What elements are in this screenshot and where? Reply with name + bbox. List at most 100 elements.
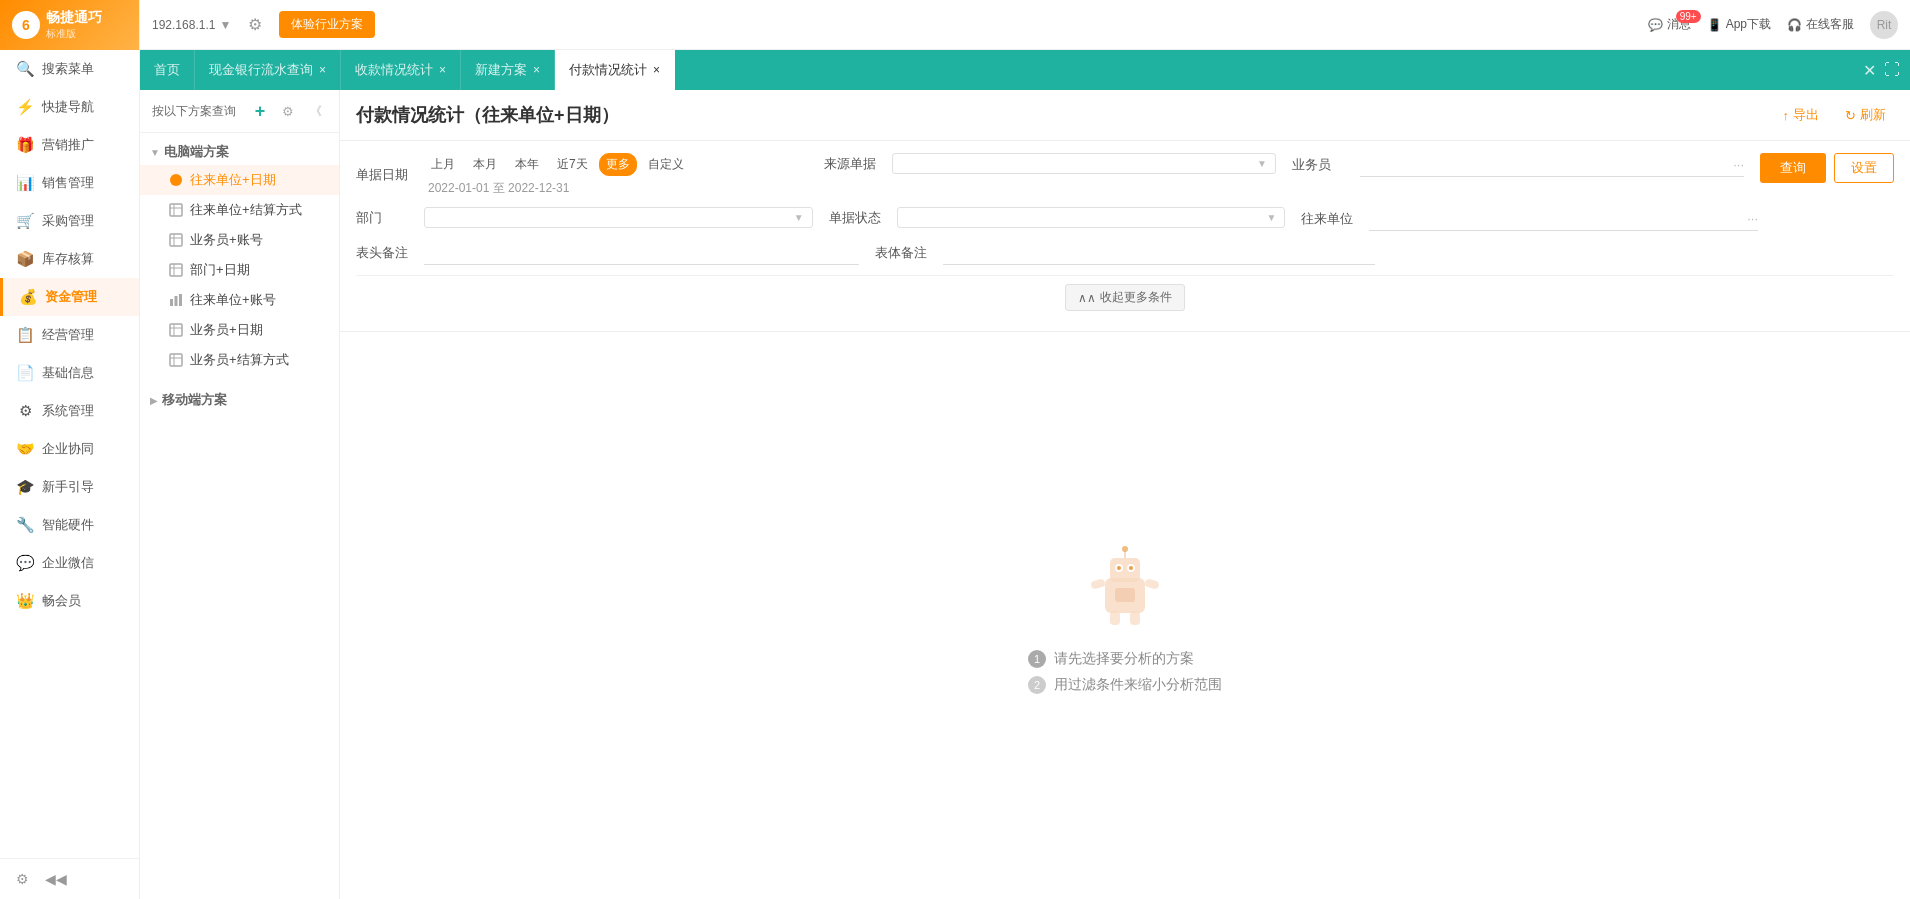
export-btn[interactable]: ↑ 导出 <box>1775 102 1828 128</box>
tab-cashflow[interactable]: 现金银行流水查询 × <box>195 50 341 90</box>
body-note-input[interactable] <box>943 241 1375 265</box>
scheme-item-staff-date[interactable]: 业务员+日期 <box>140 315 339 345</box>
chat-icon: 💬 <box>16 554 34 572</box>
tab-payment-stats[interactable]: 付款情况统计 × <box>555 50 675 90</box>
sidebar-item-member[interactable]: 👑 畅会员 <box>0 582 139 620</box>
sidebar-item-basic[interactable]: 📄 基础信息 <box>0 354 139 392</box>
trial-btn[interactable]: 体验行业方案 <box>279 11 375 38</box>
tab-receipts-close[interactable]: × <box>439 63 446 77</box>
svg-point-23 <box>1117 566 1121 570</box>
sidebar-item-inventory[interactable]: 📦 库存核算 <box>0 240 139 278</box>
sidebar-settings-btn[interactable]: ⚙ <box>10 867 34 891</box>
tab-home[interactable]: 首页 <box>140 50 195 90</box>
filter-row-3: 表头备注 表体备注 <box>356 241 1894 265</box>
doc-icon: 📄 <box>16 364 34 382</box>
tab-receipts[interactable]: 收款情况统计 × <box>341 50 461 90</box>
date-btn-this-month[interactable]: 本月 <box>466 153 504 176</box>
sidebar-item-marketing[interactable]: 🎁 营销推广 <box>0 126 139 164</box>
date-btn-7days[interactable]: 近7天 <box>550 153 595 176</box>
staff-input-dots[interactable]: ··· <box>1733 157 1744 172</box>
topbar-gear-btn[interactable]: ⚙ <box>241 11 269 39</box>
tab-maximize-btn[interactable]: ⛶ <box>1884 61 1900 80</box>
app-download-action[interactable]: 📱 App下载 <box>1707 16 1771 33</box>
empty-tips: 1 请先选择要分析的方案 2 用过滤条件来缩小分析范围 <box>1028 650 1222 694</box>
scheme-group-mobile-header[interactable]: ▶ 移动端方案 <box>140 387 339 413</box>
sidebar-collapse-btn[interactable]: ◀◀ <box>44 867 68 891</box>
sidebar-edition: 标准版 <box>46 27 102 41</box>
tab-new-scheme-close[interactable]: × <box>533 63 540 77</box>
settings-btn[interactable]: 设置 <box>1834 153 1894 183</box>
dept-select[interactable]: ▼ <box>424 207 813 228</box>
empty-tip-1: 1 请先选择要分析的方案 <box>1028 650 1222 668</box>
chevron-up-icon: ∧∧ <box>1078 291 1096 305</box>
scheme-item-dept-date[interactable]: 部门+日期 <box>140 255 339 285</box>
filter-staff: 业务员 ··· <box>1292 153 1744 177</box>
sidebar: 6 畅捷通巧 标准版 🔍 搜索菜单 ⚡ 快捷导航 🎁 营销推广 📊 销售管理 🛒… <box>0 0 140 899</box>
cart-icon: 🛒 <box>16 212 34 230</box>
tip-num-2: 2 <box>1028 676 1046 694</box>
message-action[interactable]: 💬 消息 99+ <box>1648 16 1691 33</box>
chart-icon: 📊 <box>16 174 34 192</box>
scheme-table2-icon <box>168 232 184 248</box>
partner-input-dots[interactable]: ··· <box>1747 211 1758 226</box>
svg-rect-1 <box>170 204 182 216</box>
sidebar-item-guide[interactable]: 🎓 新手引导 <box>0 468 139 506</box>
panel-collapse-btn[interactable]: 《 <box>305 100 327 122</box>
left-panel-header: 按以下方案查询 + ⚙ 《 <box>140 90 339 133</box>
partner-input[interactable] <box>1369 207 1747 230</box>
scheme-item-unit-date[interactable]: 往来单位+日期 <box>140 165 339 195</box>
crown-icon: 👑 <box>16 592 34 610</box>
scheme-settings-btn[interactable]: ⚙ <box>277 100 299 122</box>
message-badge: 99+ <box>1676 10 1701 23</box>
collapse-btn[interactable]: ∧∧ 收起更多条件 <box>1065 284 1185 311</box>
add-scheme-btn[interactable]: + <box>249 100 271 122</box>
tab-payment-stats-close[interactable]: × <box>653 63 660 77</box>
date-btn-this-year[interactable]: 本年 <box>508 153 546 176</box>
header-note-input[interactable] <box>424 241 859 265</box>
scheme-group-desktop-header[interactable]: ▼ 电脑端方案 <box>140 139 339 165</box>
scheme-item-staff-account[interactable]: 业务员+账号 <box>140 225 339 255</box>
scheme-item-staff-payment[interactable]: 业务员+结算方式 <box>140 345 339 375</box>
gear-icon: ⚙ <box>16 402 34 420</box>
sidebar-item-hardware[interactable]: 🔧 智能硬件 <box>0 506 139 544</box>
date-btn-last-month[interactable]: 上月 <box>424 153 462 176</box>
topbar: 192.168.1.1 ▼ ⚙ 体验行业方案 💬 消息 99+ 📱 App下载 … <box>140 0 1910 50</box>
sidebar-item-purchase[interactable]: 🛒 采购管理 <box>0 202 139 240</box>
sidebar-item-finance[interactable]: 💰 资金管理 <box>0 278 139 316</box>
query-btn[interactable]: 查询 <box>1760 153 1826 183</box>
sidebar-item-collab[interactable]: 🤝 企业协同 <box>0 430 139 468</box>
svg-rect-16 <box>170 354 182 366</box>
refresh-icon: ↻ <box>1845 108 1856 123</box>
tab-close-all-btn[interactable]: ✕ <box>1863 61 1876 80</box>
sidebar-item-operation[interactable]: 📋 经营管理 <box>0 316 139 354</box>
tab-cashflow-close[interactable]: × <box>319 63 326 77</box>
tip-num-1: 1 <box>1028 650 1046 668</box>
scheme-item-unit-account[interactable]: 往来单位+账号 <box>140 285 339 315</box>
sidebar-logo: 6 <box>12 11 40 39</box>
sidebar-item-wechat[interactable]: 💬 企业微信 <box>0 544 139 582</box>
sidebar-item-system[interactable]: ⚙ 系统管理 <box>0 392 139 430</box>
doc-status-select[interactable]: ▼ <box>897 207 1286 228</box>
user-avatar[interactable]: Rit <box>1870 11 1898 39</box>
online-service-action[interactable]: 🎧 在线客服 <box>1787 16 1854 33</box>
svg-rect-4 <box>170 234 182 246</box>
source-select[interactable]: ▼ <box>892 153 1276 174</box>
sidebar-item-shortcut[interactable]: ⚡ 快捷导航 <box>0 88 139 126</box>
message-icon: 💬 <box>1648 18 1663 32</box>
filter-date: 单据日期 上月 本月 本年 近7天 更多 自定义 2022-01-01 至 20… <box>356 153 808 197</box>
tab-new-scheme[interactable]: 新建方案 × <box>461 50 555 90</box>
clipboard-icon: 📋 <box>16 326 34 344</box>
date-btn-custom[interactable]: 自定义 <box>641 153 691 176</box>
page-actions: ↑ 导出 ↻ 刷新 <box>1775 102 1895 128</box>
svg-point-0 <box>170 174 182 186</box>
scheme-table5-icon <box>168 352 184 368</box>
sidebar-item-search[interactable]: 🔍 搜索菜单 <box>0 50 139 88</box>
topbar-addr-dropdown-icon[interactable]: ▼ <box>219 18 231 32</box>
filter-body-note: 表体备注 <box>875 241 1375 265</box>
date-btn-more[interactable]: 更多 <box>599 153 637 176</box>
empty-illustration <box>1075 538 1175 638</box>
staff-input[interactable] <box>1360 153 1733 176</box>
scheme-item-unit-payment[interactable]: 往来单位+结算方式 <box>140 195 339 225</box>
sidebar-item-sales[interactable]: 📊 销售管理 <box>0 164 139 202</box>
refresh-btn[interactable]: ↻ 刷新 <box>1837 102 1894 128</box>
